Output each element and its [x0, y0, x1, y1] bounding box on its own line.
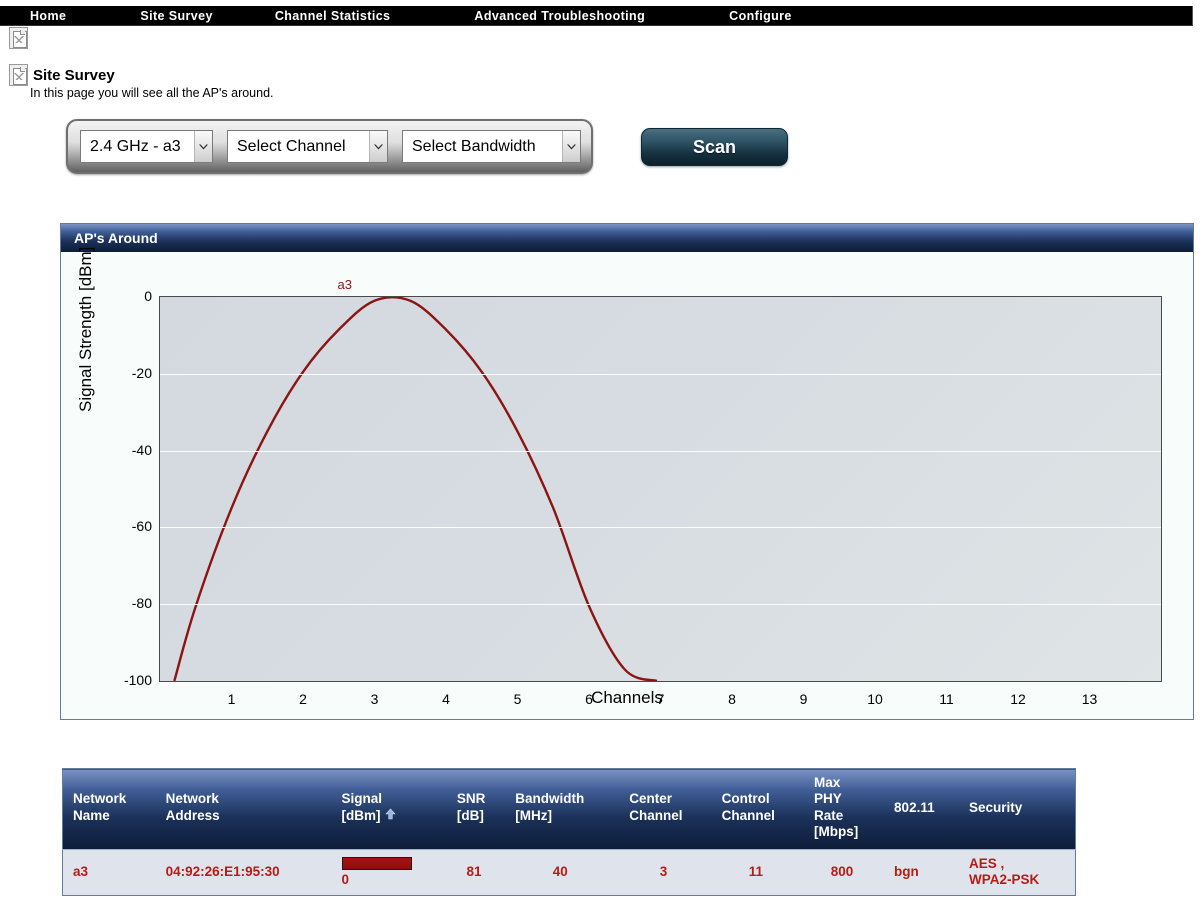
chart-x-tick-label: 10	[867, 691, 883, 707]
chart-curve	[173, 297, 658, 681]
page-subtitle: In this page you will see all the AP's a…	[30, 86, 274, 100]
chart-series-label: a3	[337, 277, 352, 292]
col-center-channel-label: Center Channel	[629, 791, 683, 823]
col-network-name-label: Network Name	[73, 791, 127, 823]
chart-y-axis-title: Signal Strength [dBm]	[76, 246, 95, 412]
chart-x-tick-label: 4	[442, 691, 450, 707]
filter-controls-bar: 2.4 GHz - a3 Select Channel Select Bandw…	[66, 119, 593, 174]
chart-x-tick-label: 8	[728, 691, 736, 707]
col-control-channel-label: Control Channel	[721, 791, 775, 823]
cell-security: AES , WPA2-PSK	[958, 849, 1076, 896]
cell-center-channel: 3	[619, 849, 712, 896]
chart-x-tick-label: 7	[656, 691, 665, 707]
ap-list-table: Network Name Network Address Signal [dBm] S…	[62, 768, 1076, 896]
chart-x-tick-label: 5	[513, 691, 522, 707]
table-row[interactable]: a3 04:92:26:E1:95:30 0 81 40 3 11 800 bgn AES , WP…	[62, 849, 1076, 896]
band-select-value: 2.4 GHz - a3	[90, 137, 181, 155]
channel-select[interactable]: Select Channel	[227, 130, 388, 163]
col-control-channel[interactable]: Control Channel	[711, 768, 805, 850]
broken-image-icon	[9, 64, 28, 86]
chart-area: Signal Strength [dBm] Channels 0 -20 -40 -6…	[61, 247, 1193, 719]
chart-x-tick-label: 11	[939, 691, 954, 707]
cell-max-phy-rate: 800	[804, 849, 885, 896]
chart-x-tick-label: 1	[227, 691, 236, 707]
col-security[interactable]: Security	[958, 768, 1076, 850]
chart-gridline	[160, 527, 1161, 529]
aps-around-panel: AP's Around Signal Strength [dBm] Channe…	[60, 223, 1194, 720]
chart-y-tick-label: -60	[131, 518, 152, 535]
chart-y-tick-label: 0	[144, 288, 152, 304]
col-snr-db[interactable]: SNR [dB]	[446, 768, 506, 850]
channel-select-value: Select Channel	[237, 137, 346, 155]
chart-x-tick-label: 3	[370, 691, 379, 707]
chart-x-tick-label: 2	[299, 691, 307, 707]
col-signal-dbm[interactable]: Signal [dBm]	[331, 768, 447, 850]
chart-x-tick-label: 12	[1010, 691, 1026, 707]
page-heading: Site Survey	[9, 64, 115, 86]
cell-80211: bgn	[884, 849, 959, 896]
col-signal-dbm-label: Signal [dBm]	[341, 791, 383, 823]
table-body: a3 04:92:26:E1:95:30 0 81 40 3 11 800 bgn AES , WP…	[62, 849, 1076, 896]
chevron-down-icon	[369, 131, 387, 162]
broken-image-icon	[9, 27, 28, 49]
chart-y-tick-label: -20	[131, 364, 152, 381]
scan-button[interactable]: Scan	[641, 128, 788, 166]
cell-bandwidth-mhz: 40	[505, 849, 620, 896]
table-header-row: Network Name Network Address Signal [dBm] S…	[62, 768, 1076, 850]
sort-ascending-arrow-icon	[384, 808, 396, 824]
chart-y-tick-label: -40	[131, 441, 152, 458]
nav-item-channel-statistics[interactable]: Channel Statistics	[275, 9, 391, 23]
cell-control-channel: 11	[711, 849, 805, 896]
chart-y-tick-label: -100	[123, 672, 152, 688]
col-80211-label: 802.11	[894, 799, 935, 815]
band-select[interactable]: 2.4 GHz - a3	[80, 130, 213, 163]
chart-x-tick-label: 13	[1081, 691, 1098, 707]
cell-network-address: 04:92:26:E1:95:30	[155, 849, 332, 896]
chart-gridline	[160, 450, 1161, 452]
cell-snr-db: 81	[446, 849, 506, 896]
page-title: Site Survey	[33, 66, 115, 84]
col-snr-db-label: SNR [dB]	[456, 791, 486, 823]
nav-item-site-survey[interactable]: Site Survey	[140, 9, 213, 23]
chart-x-tick-label: 9	[799, 691, 808, 707]
bandwidth-select[interactable]: Select Bandwidth	[402, 130, 581, 163]
chart-plot-area: 0 -20 -40 -60 -80 -100 1 2 3 4 5 6 7 8 9 10 11 12 13 a3	[124, 277, 1162, 707]
col-bandwidth-mhz[interactable]: Bandwidth [MHz]	[505, 768, 620, 850]
nav-item-configure[interactable]: Configure	[729, 9, 792, 23]
chart-series-line	[173, 297, 658, 681]
nav-item-advanced-troubleshooting[interactable]: Advanced Troubleshooting	[474, 9, 645, 23]
col-max-phy-rate-label: Max PHY Rate [Mbps]	[814, 775, 859, 840]
col-bandwidth-mhz-label: Bandwidth [MHz]	[515, 791, 585, 823]
col-network-address[interactable]: Network Address	[155, 768, 332, 850]
panel-title: AP's Around	[61, 224, 1193, 252]
col-security-label: Security	[968, 799, 1023, 815]
nav-item-home[interactable]: Home	[30, 9, 66, 23]
col-max-phy-rate[interactable]: Max PHY Rate [Mbps]	[804, 768, 885, 850]
col-80211[interactable]: 802.11	[884, 768, 959, 850]
col-network-name[interactable]: Network Name	[62, 768, 156, 850]
main-navigation-bar: Home Site Survey Channel Statistics Adva…	[0, 6, 1193, 26]
col-network-address-label: Network Address	[165, 791, 220, 823]
cell-signal-dbm: 0	[331, 849, 447, 896]
bandwidth-select-value: Select Bandwidth	[412, 137, 536, 155]
chart-x-tick-label: 6	[585, 691, 593, 707]
chevron-down-icon	[194, 131, 212, 162]
chart-y-tick-label: -80	[131, 595, 152, 612]
cell-network-name: a3	[62, 849, 156, 896]
signal-strength-value: 0	[341, 871, 350, 887]
chart-gridline	[160, 604, 1161, 606]
col-center-channel[interactable]: Center Channel	[619, 768, 712, 850]
chevron-down-icon	[562, 131, 580, 162]
chart-gridline	[160, 373, 1161, 375]
table-header: Network Name Network Address Signal [dBm] S…	[62, 768, 1076, 850]
signal-strength-bar	[341, 856, 412, 870]
